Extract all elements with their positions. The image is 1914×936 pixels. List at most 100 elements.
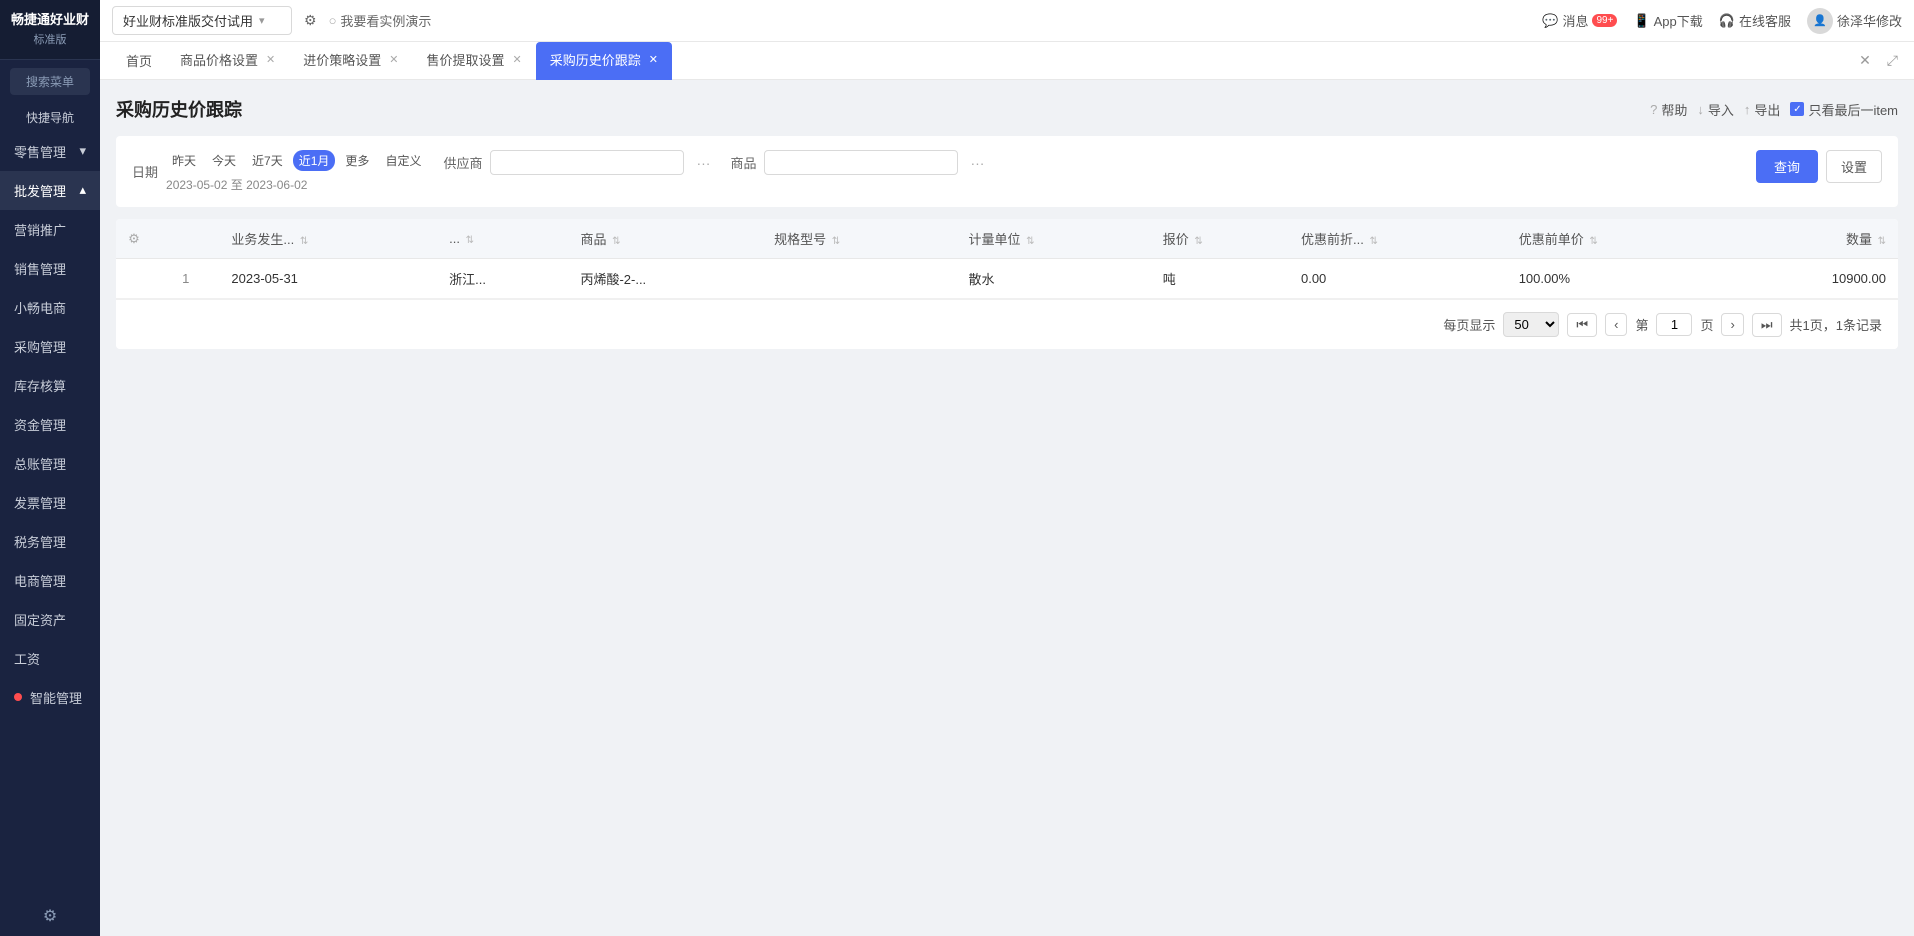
close-icon[interactable]: ✕	[266, 53, 275, 66]
export-button[interactable]: ↑ 导出	[1744, 100, 1781, 119]
setting-button[interactable]: 设置	[1826, 150, 1882, 183]
sort-icon[interactable]: ⇅	[1369, 236, 1377, 247]
th-quantity[interactable]: 数量 ⇅	[1729, 219, 1898, 259]
sidebar-item-ai[interactable]: 智能管理	[0, 678, 100, 717]
th-quoted-price[interactable]: 报价 ⇅	[1151, 219, 1289, 259]
date-opt-1month[interactable]: 近1月	[293, 150, 336, 171]
tab-goods-price[interactable]: 商品价格设置 ✕	[166, 42, 289, 80]
tab-label: 售价提取设置	[426, 50, 504, 69]
goods-more-icon[interactable]: ···	[966, 155, 988, 171]
per-page-select[interactable]: 50 100 200	[1503, 312, 1559, 337]
sidebar-item-payroll[interactable]: 工资	[0, 639, 100, 678]
search-menu-button[interactable]: 搜索菜单	[10, 68, 90, 95]
supplier-more-icon[interactable]: ···	[692, 155, 714, 171]
th-label: ...	[449, 231, 460, 246]
sidebar-item-label: 零售管理	[14, 142, 66, 161]
app-name: 畅捷通好业财	[11, 12, 89, 29]
sidebar-item-sales[interactable]: 销售管理	[0, 249, 100, 288]
only-last-checkbox[interactable]: 只看最后一item	[1790, 100, 1898, 119]
sidebar-item-retail[interactable]: 零售管理 ▾	[0, 132, 100, 171]
sidebar-item-fixed-assets[interactable]: 固定资产	[0, 600, 100, 639]
date-opt-more[interactable]: 更多	[339, 150, 375, 171]
sidebar-item-label: 销售管理	[14, 259, 66, 278]
supplier-input[interactable]	[490, 150, 684, 175]
per-page-label: 每页显示	[1443, 315, 1495, 334]
column-settings-icon[interactable]: ⚙	[128, 231, 140, 246]
table-row: 1 2023-05-31 浙江... 丙烯酸-2-... 散水 吨 0.00 1…	[116, 259, 1898, 299]
sort-icon[interactable]: ⇅	[300, 236, 308, 247]
sidebar-item-ecommerce-small[interactable]: 小畅电商	[0, 288, 100, 327]
date-opt-7days[interactable]: 近7天	[246, 150, 289, 171]
maximize-tab-button[interactable]: ⤢	[1883, 50, 1902, 71]
th-price-before[interactable]: 优惠前单价 ⇅	[1507, 219, 1729, 259]
th-extra[interactable]: ... ⇅	[437, 219, 568, 259]
tab-purchase-history[interactable]: 采购历史价跟踪 ✕	[536, 42, 672, 80]
sort-icon[interactable]: ⇅	[832, 236, 840, 247]
sort-icon[interactable]: ⇅	[612, 236, 620, 247]
sidebar-item-inventory[interactable]: 库存核算	[0, 366, 100, 405]
sidebar-item-label: 工资	[14, 649, 40, 668]
td-quoted-price: 吨	[1151, 259, 1289, 299]
prev-page-button[interactable]: ‹	[1605, 313, 1627, 336]
tab-label: 首页	[126, 51, 152, 70]
import-button[interactable]: ↓ 导入	[1697, 100, 1734, 119]
th-goods[interactable]: 商品 ⇅	[568, 219, 762, 259]
chevron-down-icon: ▾	[79, 143, 86, 159]
supplier-filter-group: 供应商 ···	[443, 150, 714, 175]
first-page-button[interactable]: ⏮	[1567, 313, 1597, 337]
tab-home[interactable]: 首页	[112, 42, 166, 80]
sidebar-item-quick-nav[interactable]: 快捷导航	[0, 103, 100, 132]
page-actions: ? 帮助 ↓ 导入 ↑ 导出 只看最后一item	[1650, 100, 1898, 119]
th-unit[interactable]: 计量单位 ⇅	[956, 219, 1150, 259]
help-button[interactable]: ? 帮助	[1650, 100, 1687, 119]
sort-icon[interactable]: ⇅	[1194, 236, 1202, 247]
sort-icon[interactable]: ⇅	[1026, 236, 1034, 247]
close-icon[interactable]: ✕	[389, 53, 398, 66]
close-tab-button[interactable]: ✕	[1855, 50, 1875, 71]
last-page-button[interactable]: ⏭	[1752, 313, 1782, 337]
tab-sale-price[interactable]: 售价提取设置 ✕	[412, 42, 535, 80]
sort-icon[interactable]: ⇅	[1878, 236, 1886, 247]
tab-purchase-strategy[interactable]: 进价策略设置 ✕	[289, 42, 412, 80]
page-input[interactable]	[1656, 313, 1692, 336]
sidebar-item-tax[interactable]: 税务管理	[0, 522, 100, 561]
user-icon: 👤	[1813, 14, 1827, 27]
th-biz-date[interactable]: 业务发生... ⇅	[219, 219, 437, 259]
next-page-button[interactable]: ›	[1721, 313, 1743, 336]
sidebar-item-ecommerce[interactable]: 电商管理	[0, 561, 100, 600]
sidebar-search-area: 搜索菜单	[0, 60, 100, 103]
close-icon[interactable]: ✕	[649, 53, 658, 66]
user-profile-button[interactable]: 👤 徐泽华修改	[1807, 8, 1902, 34]
date-opt-yesterday[interactable]: 昨天	[166, 150, 202, 171]
sidebar-item-finance[interactable]: 资金管理	[0, 405, 100, 444]
goods-input[interactable]	[764, 150, 958, 175]
online-service-button[interactable]: 🎧 在线客服	[1719, 11, 1791, 30]
date-opt-today[interactable]: 今天	[206, 150, 242, 171]
date-opt-custom[interactable]: 自定义	[379, 150, 427, 171]
close-icon[interactable]: ✕	[513, 53, 522, 66]
query-button[interactable]: 查询	[1756, 150, 1818, 183]
ai-dot-indicator	[14, 693, 22, 701]
sidebar-item-marketing[interactable]: 营销推广	[0, 210, 100, 249]
demo-link[interactable]: ○ 我要看实例演示	[329, 11, 432, 30]
th-spec[interactable]: 规格型号 ⇅	[762, 219, 956, 259]
app-download-button[interactable]: 📱 App下载	[1633, 11, 1702, 30]
sort-icon[interactable]: ⇅	[1589, 236, 1597, 247]
edition-selector[interactable]: 好业财标准版交付试用 ▾	[112, 6, 292, 35]
date-filter-label: 日期	[132, 162, 158, 181]
sidebar-item-purchase[interactable]: 采购管理	[0, 327, 100, 366]
sidebar-gear-icon[interactable]: ⚙	[43, 906, 57, 926]
sidebar-item-ledger[interactable]: 总账管理	[0, 444, 100, 483]
sidebar-item-invoice[interactable]: 发票管理	[0, 483, 100, 522]
th-label: 报价	[1163, 232, 1189, 247]
sidebar-item-label: 总账管理	[14, 454, 66, 473]
th-no	[152, 219, 219, 259]
avatar: 👤	[1807, 8, 1833, 34]
sidebar-item-wholesale[interactable]: 批发管理 ▴	[0, 171, 100, 210]
topbar-gear-icon[interactable]: ⚙	[300, 8, 321, 33]
content-area: 采购历史价跟踪 ? 帮助 ↓ 导入 ↑ 导出 只看最后一item	[100, 80, 1914, 936]
th-discount[interactable]: 优惠前折... ⇅	[1289, 219, 1507, 259]
import-icon: ↓	[1697, 102, 1704, 117]
messages-button[interactable]: 💬 消息 99+	[1542, 11, 1617, 30]
sort-icon[interactable]: ⇅	[466, 235, 474, 246]
